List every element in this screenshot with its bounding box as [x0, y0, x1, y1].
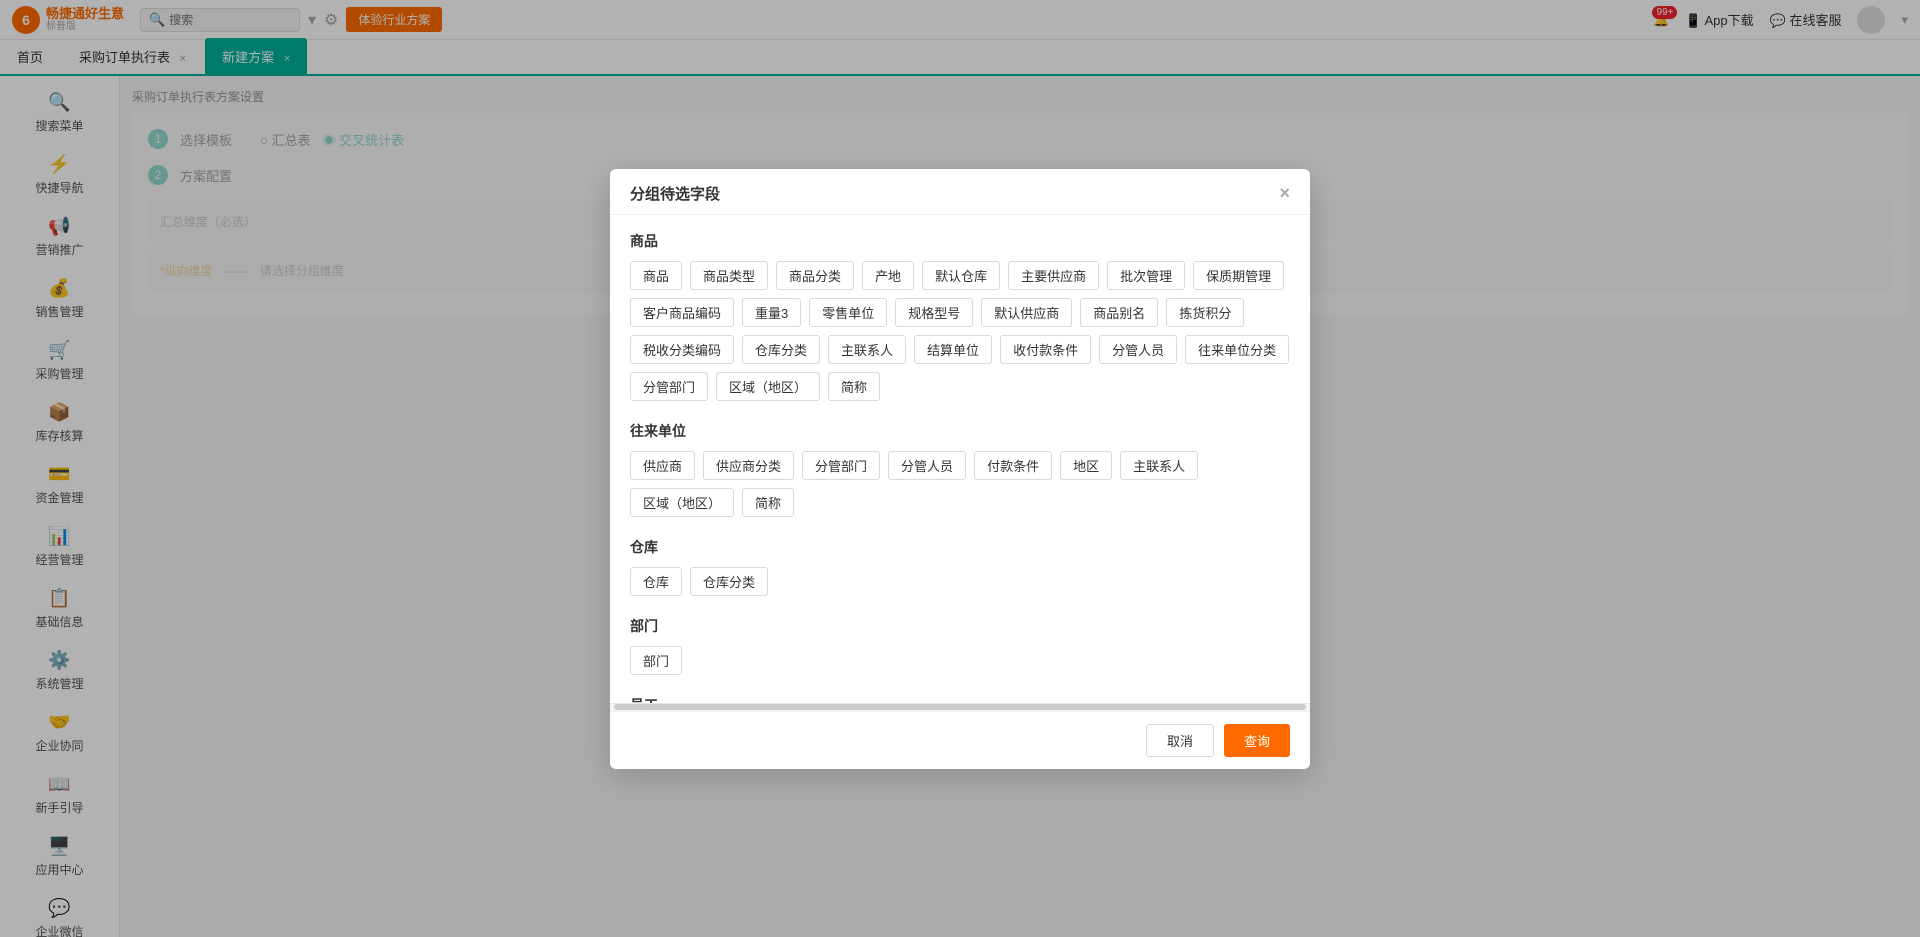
modal-footer: 取消 查询	[610, 711, 1310, 769]
section-partner-title: 往来单位	[630, 421, 1290, 441]
field-grid-product: 商品 商品类型 商品分类 产地 默认仓库 主要供应商 批次管理 保质期管理 客户…	[630, 261, 1290, 401]
section-employee: 员工 业务员	[630, 695, 1290, 704]
modal-title: 分组待选字段	[630, 183, 720, 204]
field-tag[interactable]: 拣货积分	[1166, 298, 1244, 327]
hscroll-bar	[614, 704, 1306, 710]
field-tag[interactable]: 商品别名	[1080, 298, 1158, 327]
section-partner: 往来单位 供应商 供应商分类 分管部门 分管人员 付款条件 地区 主联系人 区域…	[630, 421, 1290, 517]
field-grid-partner: 供应商 供应商分类 分管部门 分管人员 付款条件 地区 主联系人 区域（地区） …	[630, 451, 1290, 517]
field-tag[interactable]: 商品分类	[776, 261, 854, 290]
field-tag[interactable]: 区域（地区）	[716, 372, 820, 401]
field-tag[interactable]: 地区	[1060, 451, 1112, 480]
field-tag[interactable]: 税收分类编码	[630, 335, 734, 364]
field-tag[interactable]: 仓库分类	[690, 567, 768, 596]
field-tag[interactable]: 规格型号	[895, 298, 973, 327]
section-product: 商品 商品 商品类型 商品分类 产地 默认仓库 主要供应商 批次管理 保质期管理…	[630, 231, 1290, 401]
field-grid-department: 部门	[630, 646, 1290, 675]
field-tag[interactable]: 主联系人	[1120, 451, 1198, 480]
modal-close-button[interactable]: ×	[1279, 183, 1290, 204]
field-tag[interactable]: 分管人员	[888, 451, 966, 480]
field-tag[interactable]: 默认供应商	[981, 298, 1072, 327]
field-tag[interactable]: 重量3	[742, 298, 801, 327]
field-tag[interactable]: 产地	[862, 261, 914, 290]
section-warehouse-title: 仓库	[630, 537, 1290, 557]
section-product-title: 商品	[630, 231, 1290, 251]
section-department: 部门 部门	[630, 616, 1290, 675]
field-tag[interactable]: 区域（地区）	[630, 488, 734, 517]
field-tag[interactable]: 保质期管理	[1193, 261, 1284, 290]
field-tag[interactable]: 客户商品编码	[630, 298, 734, 327]
field-tag[interactable]: 零售单位	[809, 298, 887, 327]
field-tag[interactable]: 付款条件	[974, 451, 1052, 480]
field-tag[interactable]: 简称	[742, 488, 794, 517]
field-tag[interactable]: 分管人员	[1099, 335, 1177, 364]
field-tag[interactable]: 仓库	[630, 567, 682, 596]
section-department-title: 部门	[630, 616, 1290, 636]
cancel-button[interactable]: 取消	[1146, 724, 1214, 757]
field-tag[interactable]: 主要供应商	[1008, 261, 1099, 290]
field-select-modal: 分组待选字段 × 商品 商品 商品类型 商品分类 产地 默认仓库 主要供应商 批…	[610, 169, 1310, 769]
modal-header: 分组待选字段 ×	[610, 169, 1310, 215]
field-tag[interactable]: 结算单位	[914, 335, 992, 364]
field-tag[interactable]: 收付款条件	[1000, 335, 1091, 364]
field-tag[interactable]: 往来单位分类	[1185, 335, 1289, 364]
field-tag[interactable]: 供应商分类	[703, 451, 794, 480]
field-tag[interactable]: 商品类型	[690, 261, 768, 290]
modal-hscroll[interactable]	[610, 703, 1310, 710]
field-tag[interactable]: 主联系人	[828, 335, 906, 364]
field-tag[interactable]: 简称	[828, 372, 880, 401]
field-tag[interactable]: 部门	[630, 646, 682, 675]
modal-overlay: 分组待选字段 × 商品 商品 商品类型 商品分类 产地 默认仓库 主要供应商 批…	[0, 0, 1920, 937]
field-tag[interactable]: 默认仓库	[922, 261, 1000, 290]
confirm-button[interactable]: 查询	[1224, 724, 1290, 757]
modal-body[interactable]: 商品 商品 商品类型 商品分类 产地 默认仓库 主要供应商 批次管理 保质期管理…	[610, 215, 1310, 704]
field-tag[interactable]: 仓库分类	[742, 335, 820, 364]
field-tag[interactable]: 分管部门	[630, 372, 708, 401]
section-employee-title: 员工	[630, 695, 1290, 704]
field-tag[interactable]: 供应商	[630, 451, 695, 480]
section-warehouse: 仓库 仓库 仓库分类	[630, 537, 1290, 596]
field-tag[interactable]: 商品	[630, 261, 682, 290]
field-tag[interactable]: 批次管理	[1107, 261, 1185, 290]
field-grid-warehouse: 仓库 仓库分类	[630, 567, 1290, 596]
field-tag[interactable]: 分管部门	[802, 451, 880, 480]
